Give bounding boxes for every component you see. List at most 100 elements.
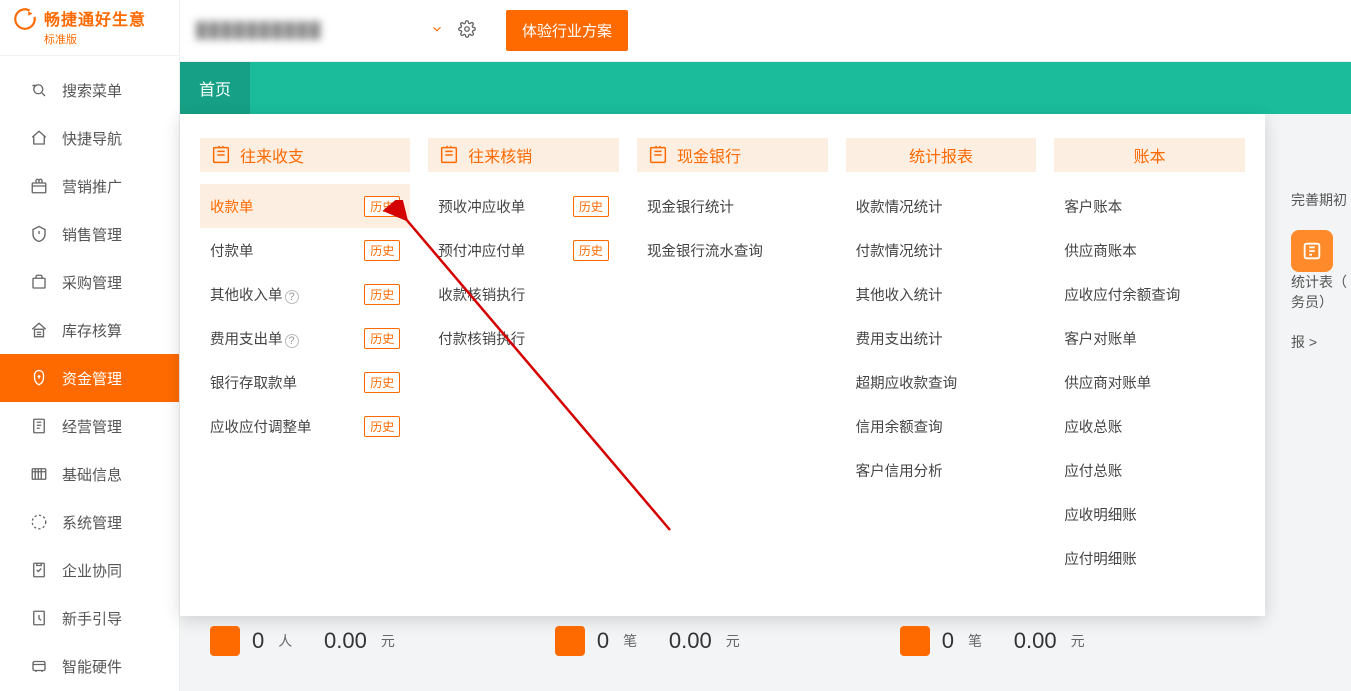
mega-menu-item[interactable]: 应收应付调整单历史 — [200, 404, 410, 448]
mega-menu-item[interactable]: 付款核销执行 — [428, 316, 619, 360]
mega-item-label: 超期应收款查询 — [856, 372, 958, 393]
mega-menu-item[interactable]: 银行存取款单历史 — [200, 360, 410, 404]
mega-menu-item[interactable]: 预付冲应付单历史 — [428, 228, 619, 272]
sidebar-item-label: 资金管理 — [62, 368, 122, 389]
mega-column: 往来收支收款单历史付款单历史其他收入单?历史费用支出单?历史银行存取款单历史应收… — [200, 138, 410, 580]
sidebar-item[interactable]: 企业协同 — [0, 546, 179, 594]
mega-menu-item[interactable]: 其他收入统计 — [846, 272, 1037, 316]
stat-icon — [555, 626, 585, 656]
mega-menu-item[interactable]: 其他收入单? 历史 — [200, 272, 410, 316]
history-tag[interactable]: 历史 — [573, 240, 609, 261]
mega-menu: 往来收支收款单历史付款单历史其他收入单?历史费用支出单?历史银行存取款单历史应收… — [180, 114, 1265, 616]
mega-menu-item[interactable]: 应收应付余额查询 — [1054, 272, 1245, 316]
mega-column: 统计报表收款情况统计付款情况统计其他收入统计费用支出统计超期应收款查询信用余额查… — [846, 138, 1037, 580]
mega-item-label: 信用余额查询 — [856, 416, 943, 437]
history-tag[interactable]: 历史 — [364, 372, 400, 393]
mega-item-label: 其他收入单? — [210, 284, 299, 305]
mega-menu-item[interactable]: 供应商对账单 — [1054, 360, 1245, 404]
gear-icon[interactable] — [458, 20, 476, 41]
sidebar-item[interactable]: 经营管理 — [0, 402, 179, 450]
mega-menu-item[interactable]: 收款核销执行 — [428, 272, 619, 316]
right-peek-line[interactable]: 报 > — [1291, 332, 1351, 352]
nav-icon — [30, 273, 48, 291]
mega-menu-item[interactable]: 收款情况统计 — [846, 184, 1037, 228]
experience-solution-button[interactable]: 体验行业方案 — [506, 10, 628, 51]
tab-home[interactable]: 首页 — [180, 62, 250, 114]
mega-menu-item[interactable]: 收款单历史 — [200, 184, 410, 228]
nav-icon — [30, 609, 48, 627]
sidebar-item-label: 销售管理 — [62, 224, 122, 245]
history-tag[interactable]: 历史 — [364, 284, 400, 305]
org-name: ██████████ — [196, 22, 322, 39]
mega-menu-item[interactable]: 应付明细账 — [1054, 536, 1245, 580]
stats-peek-icon[interactable] — [1291, 230, 1333, 272]
right-peek: 完善期初 统计表（务员） 报 > — [1291, 170, 1351, 372]
stat-unit: 人 — [278, 631, 292, 651]
history-tag[interactable]: 历史 — [364, 196, 400, 217]
mega-item-label: 其他收入统计 — [856, 284, 943, 305]
mega-menu-item[interactable]: 应收总账 — [1054, 404, 1245, 448]
right-peek-line[interactable]: 统计表（务员） — [1291, 272, 1351, 312]
mega-menu-item[interactable]: 客户信用分析 — [846, 448, 1037, 492]
mega-column-title: 往来收支 — [240, 143, 304, 167]
mega-column-header: 现金银行 — [637, 138, 828, 172]
history-tag[interactable]: 历史 — [364, 328, 400, 349]
sidebar-item[interactable]: 快捷导航 — [0, 114, 179, 162]
mega-menu-item[interactable]: 应收明细账 — [1054, 492, 1245, 536]
mega-menu-item[interactable]: 费用支出单? 历史 — [200, 316, 410, 360]
stat-unit: 元 — [381, 631, 395, 651]
mega-column-header: 往来核销 — [428, 138, 619, 172]
mega-column-header: 统计报表 — [846, 138, 1037, 172]
mega-menu-item[interactable]: 信用余额查询 — [846, 404, 1037, 448]
mega-item-label: 付款核销执行 — [438, 328, 525, 349]
mega-menu-item[interactable]: 付款情况统计 — [846, 228, 1037, 272]
help-icon[interactable]: ? — [285, 290, 299, 304]
brand-title: 畅捷通好生意 — [44, 6, 146, 30]
logo[interactable]: 畅捷通好生意 标准版 — [0, 0, 179, 56]
mega-column-title: 往来核销 — [468, 143, 532, 167]
stat-item: 0人 0.00元 — [210, 626, 395, 656]
mega-item-label: 付款单 — [210, 240, 254, 261]
mega-column-title: 现金银行 — [677, 143, 741, 167]
sidebar-item[interactable]: 销售管理 — [0, 210, 179, 258]
mega-menu-item[interactable]: 超期应收款查询 — [846, 360, 1037, 404]
mega-item-label: 费用支出单? — [210, 328, 299, 349]
stat-icon — [210, 626, 240, 656]
mega-item-label: 客户账本 — [1064, 196, 1122, 217]
doc-icon — [647, 144, 669, 166]
mega-menu-item[interactable]: 现金银行流水查询 — [637, 228, 828, 272]
right-peek-line[interactable]: 完善期初 — [1291, 190, 1351, 210]
mega-menu-item[interactable]: 费用支出统计 — [846, 316, 1037, 360]
sidebar-item[interactable]: 采购管理 — [0, 258, 179, 306]
mega-menu-item[interactable]: 客户账本 — [1054, 184, 1245, 228]
sidebar-item[interactable]: 营销推广 — [0, 162, 179, 210]
mega-menu-item[interactable]: 供应商账本 — [1054, 228, 1245, 272]
sidebar-item[interactable]: 库存核算 — [0, 306, 179, 354]
history-tag[interactable]: 历史 — [573, 196, 609, 217]
stat-item: 0笔 0.00元 — [900, 626, 1085, 656]
mega-menu-item[interactable]: 客户对账单 — [1054, 316, 1245, 360]
help-icon[interactable]: ? — [285, 334, 299, 348]
sidebar-item[interactable]: 搜索菜单 — [0, 66, 179, 114]
stat-amount: 0.00 — [324, 628, 367, 654]
history-tag[interactable]: 历史 — [364, 416, 400, 437]
sidebar-item[interactable]: 新手引导 — [0, 594, 179, 642]
sidebar-item[interactable]: 资金管理 — [0, 354, 179, 402]
sidebar-item[interactable]: 智能硬件 — [0, 642, 179, 690]
sidebar-item[interactable]: 系统管理 — [0, 498, 179, 546]
history-tag[interactable]: 历史 — [364, 240, 400, 261]
stat-amount: 0.00 — [669, 628, 712, 654]
mega-item-label: 费用支出统计 — [856, 328, 943, 349]
sidebar-item[interactable]: 基础信息 — [0, 450, 179, 498]
org-selector[interactable]: ██████████ — [196, 20, 476, 41]
stat-icon — [900, 626, 930, 656]
sidebar-nav: 搜索菜单快捷导航营销推广销售管理采购管理库存核算资金管理经营管理基础信息系统管理… — [0, 56, 179, 690]
mega-menu-item[interactable]: 应付总账 — [1054, 448, 1245, 492]
mega-menu-item[interactable]: 预收冲应收单历史 — [428, 184, 619, 228]
nav-icon — [30, 369, 48, 387]
mega-item-label: 应收明细账 — [1064, 504, 1137, 525]
mega-menu-item[interactable]: 付款单 历史 — [200, 228, 410, 272]
mega-menu-item[interactable]: 现金银行统计 — [637, 184, 828, 228]
nav-icon — [30, 225, 48, 243]
nav-icon — [30, 321, 48, 339]
